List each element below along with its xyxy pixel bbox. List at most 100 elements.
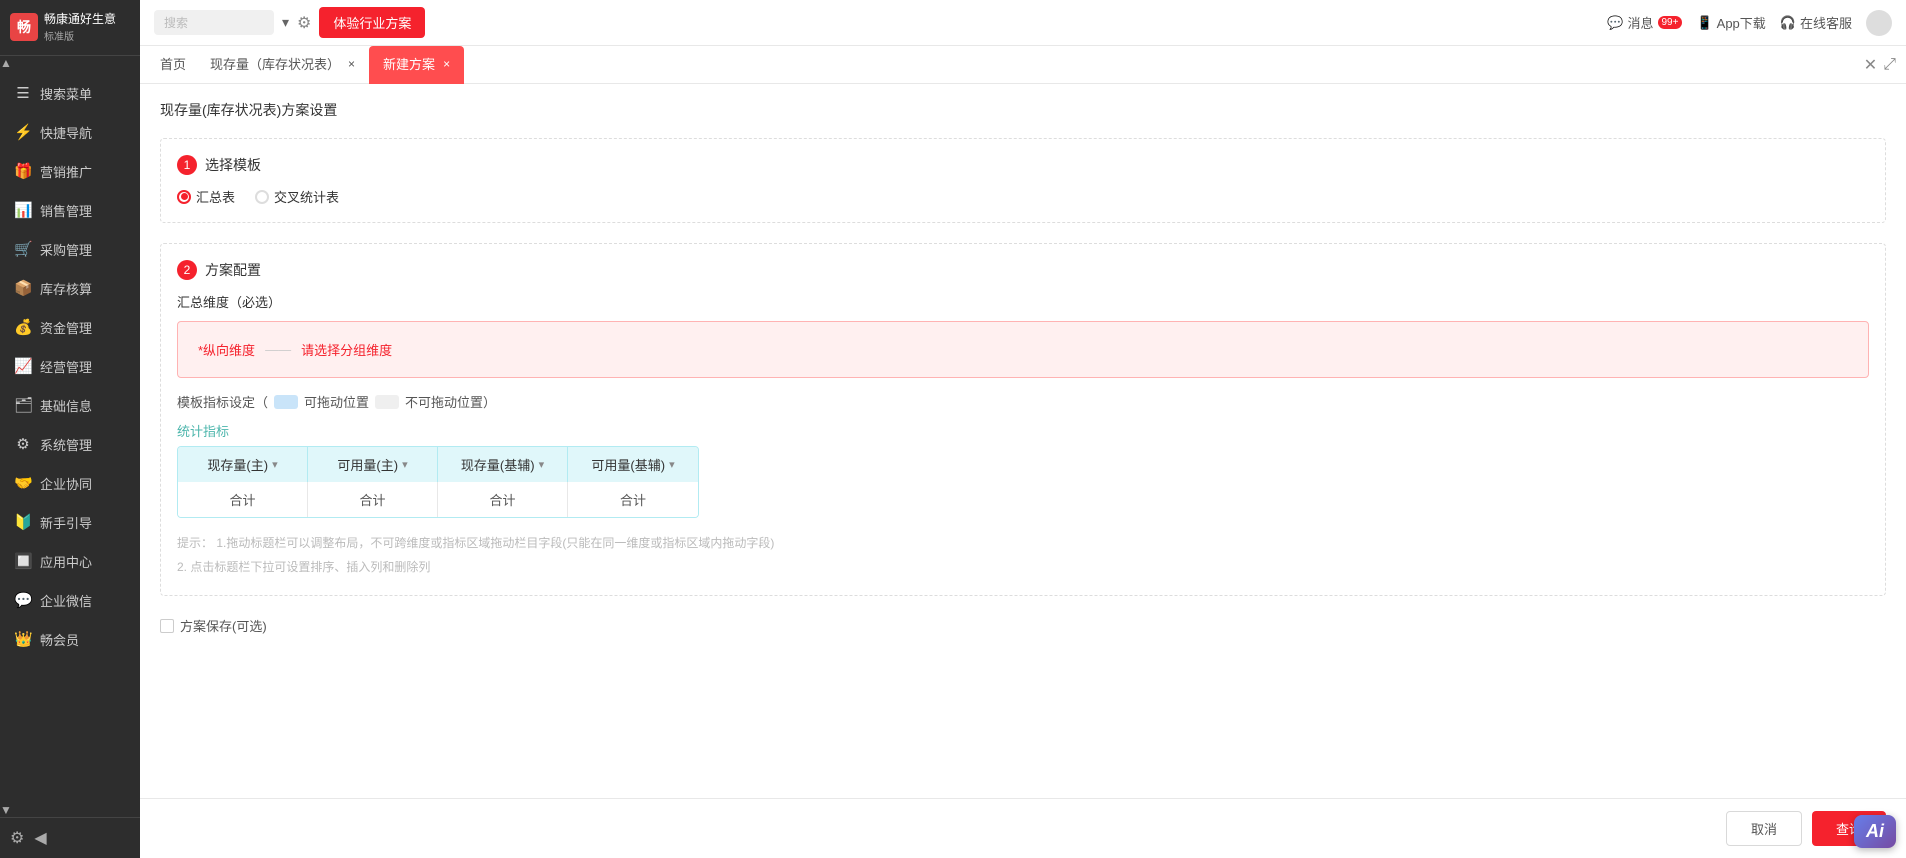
non-draggable-badge bbox=[375, 395, 399, 409]
topbar-dropdown-btn[interactable]: ▾ bbox=[282, 14, 289, 31]
membership-icon: 👑 bbox=[14, 630, 32, 648]
tab-close-btn[interactable]: ✕ bbox=[1864, 55, 1877, 75]
stats-col-3[interactable]: 现存量(基辅) ▾ bbox=[438, 447, 568, 482]
stats-data-1: 合计 bbox=[178, 482, 308, 517]
sidebar-finance-label: 资金管理 bbox=[40, 318, 92, 337]
sidebar-item-finance[interactable]: 💰 资金管理 bbox=[0, 308, 140, 347]
tab-new-scheme-close[interactable]: × bbox=[443, 57, 450, 71]
save-option-label: 方案保存(可选) bbox=[180, 616, 267, 635]
topbar-right: 💬 消息 99+ 📱 App下载 🎧 在线客服 bbox=[1607, 10, 1892, 36]
page-title: 现存量(库存状况表)方案设置 bbox=[160, 100, 1886, 120]
radio-summary-label: 汇总表 bbox=[196, 187, 235, 206]
message-label: 消息 bbox=[1627, 13, 1653, 32]
sidebar-sales-label: 销售管理 bbox=[40, 201, 92, 220]
marketing-icon: 🎁 bbox=[14, 162, 32, 180]
sidebar-search-label: 搜索菜单 bbox=[40, 84, 92, 103]
sidebar-item-system[interactable]: ⚙ 系统管理 bbox=[0, 425, 140, 464]
dimension-box[interactable]: *纵向维度 —— 请选择分组维度 bbox=[177, 321, 1869, 378]
stats-section: 统计指标 现存量(主) ▾ 可用量(主) ▾ 现存量(基辅) bbox=[177, 421, 1869, 521]
radio-cross[interactable]: 交叉统计表 bbox=[255, 187, 339, 206]
tabs-bar: 首页 现存量（库存状况表） × 新建方案 × ✕ ⤢ bbox=[140, 46, 1906, 84]
logo-icon: 畅 bbox=[10, 13, 38, 41]
step1-badge: 1 bbox=[177, 155, 197, 175]
tab-new-scheme[interactable]: 新建方案 × bbox=[369, 46, 464, 84]
tab-expand-btn[interactable]: ⤢ bbox=[1883, 55, 1896, 75]
dimension-required-label: *纵向维度 bbox=[198, 340, 255, 359]
app-name: 畅康通好生意 bbox=[44, 12, 116, 28]
sidebar-item-marketing[interactable]: 🎁 营销推广 bbox=[0, 152, 140, 191]
step1-section: 1 选择模板 汇总表 交叉统计表 bbox=[160, 138, 1886, 223]
sidebar-cooperation-label: 企业协同 bbox=[40, 474, 92, 493]
sidebar-app-center-label: 应用中心 bbox=[40, 552, 92, 571]
inventory-icon: 📦 bbox=[14, 279, 32, 297]
stats-header-row: 现存量(主) ▾ 可用量(主) ▾ 现存量(基辅) ▾ 可用量(基辅) bbox=[178, 447, 698, 482]
sidebar-basic-info-label: 基础信息 bbox=[40, 396, 92, 415]
sidebar-item-newbie[interactable]: 🔰 新手引导 bbox=[0, 503, 140, 542]
col-1-label: 现存量(主) bbox=[207, 455, 268, 474]
settings-footer-btn[interactable]: ⚙ bbox=[10, 828, 24, 848]
wechat-icon: 💬 bbox=[14, 591, 32, 609]
stats-col-4[interactable]: 可用量(基辅) ▾ bbox=[568, 447, 698, 482]
col-2-chevron: ▾ bbox=[402, 458, 408, 471]
online-service-label: 在线客服 bbox=[1800, 13, 1852, 32]
user-avatar[interactable] bbox=[1866, 10, 1892, 36]
step1-title: 选择模板 bbox=[205, 155, 261, 175]
sidebar-item-wechat[interactable]: 💬 企业微信 bbox=[0, 581, 140, 620]
message-btn[interactable]: 💬 消息 99+ bbox=[1607, 13, 1682, 32]
sidebar-wechat-label: 企业微信 bbox=[40, 591, 92, 610]
radio-cross-label: 交叉统计表 bbox=[274, 187, 339, 206]
sidebar-newbie-label: 新手引导 bbox=[40, 513, 92, 532]
sidebar-item-basic-info[interactable]: 🗂 基础信息 bbox=[0, 386, 140, 425]
sidebar-membership-label: 畅会员 bbox=[40, 630, 79, 649]
sidebar-scroll-up[interactable]: ▲ bbox=[0, 56, 140, 70]
indicator-config-label: 模板指标设定（ 可拖动位置 不可拖动位置） bbox=[177, 392, 1869, 411]
stats-title: 统计指标 bbox=[177, 421, 1869, 440]
sidebar: 畅 畅康通好生意 标准版 ▲ ☰ 搜索菜单 ⚡ 快捷导航 🎁 营销推广 📊 销售… bbox=[0, 0, 140, 858]
non-draggable-text: 不可拖动位置） bbox=[405, 392, 496, 411]
sidebar-item-purchase[interactable]: 🛒 采购管理 bbox=[0, 230, 140, 269]
sidebar-shortcut-label: 快捷导航 bbox=[40, 123, 92, 142]
tab-new-scheme-label: 新建方案 bbox=[383, 54, 435, 73]
tab-inventory-status[interactable]: 现存量（库存状况表） × bbox=[196, 46, 369, 84]
dimension-row: *纵向维度 —— 请选择分组维度 bbox=[198, 340, 1848, 359]
sidebar-item-management[interactable]: 📈 经营管理 bbox=[0, 347, 140, 386]
management-icon: 📈 bbox=[14, 357, 32, 375]
sidebar-footer: ⚙ ◀ bbox=[0, 817, 140, 858]
stats-col-2[interactable]: 可用量(主) ▾ bbox=[308, 447, 438, 482]
sidebar-item-cooperation[interactable]: 🤝 企业协同 bbox=[0, 464, 140, 503]
industry-btn[interactable]: 体验行业方案 bbox=[319, 7, 425, 38]
tab-home[interactable]: 首页 bbox=[150, 46, 196, 84]
sidebar-marketing-label: 营销推广 bbox=[40, 162, 92, 181]
save-checkbox[interactable] bbox=[160, 619, 174, 633]
stats-data-row: 合计 合计 合计 合计 bbox=[178, 482, 698, 517]
col-4-chevron: ▾ bbox=[669, 458, 675, 471]
sidebar-scroll-down[interactable]: ▼ bbox=[0, 803, 140, 817]
tab-inventory-close[interactable]: × bbox=[348, 57, 355, 71]
tip-2: 2. 点击标题栏下拉可设置排序、插入列和删除列 bbox=[177, 555, 1869, 579]
sidebar-item-membership[interactable]: 👑 畅会员 bbox=[0, 620, 140, 659]
sidebar-item-inventory[interactable]: 📦 库存核算 bbox=[0, 269, 140, 308]
tip-1: 提示： 1.拖动标题栏可以调整布局，不可跨维度或指标区域拖动栏目字段(只能在同一… bbox=[177, 531, 1869, 555]
col-1-chevron: ▾ bbox=[272, 458, 278, 471]
app-logo: 畅 畅康通好生意 标准版 bbox=[0, 0, 140, 56]
main-area: 搜索 ▾ ⚙ 体验行业方案 💬 消息 99+ 📱 App下载 🎧 在线客服 bbox=[140, 0, 1906, 858]
stats-data-4: 合计 bbox=[568, 482, 698, 517]
topbar-search[interactable]: 搜索 bbox=[154, 10, 274, 35]
sidebar-item-app-center[interactable]: 🔲 应用中心 bbox=[0, 542, 140, 581]
radio-summary-dot bbox=[177, 190, 191, 204]
radio-cross-dot bbox=[255, 190, 269, 204]
sidebar-item-search[interactable]: ☰ 搜索菜单 bbox=[0, 74, 140, 113]
sidebar-item-shortcut[interactable]: ⚡ 快捷导航 bbox=[0, 113, 140, 152]
radio-summary[interactable]: 汇总表 bbox=[177, 187, 235, 206]
cancel-button[interactable]: 取消 bbox=[1726, 811, 1802, 846]
stats-col-1[interactable]: 现存量(主) ▾ bbox=[178, 447, 308, 482]
topbar: 搜索 ▾ ⚙ 体验行业方案 💬 消息 99+ 📱 App下载 🎧 在线客服 bbox=[140, 0, 1906, 46]
ai-button[interactable]: Ai bbox=[1854, 815, 1896, 848]
collapse-footer-btn[interactable]: ◀ bbox=[34, 828, 46, 848]
finance-icon: 💰 bbox=[14, 318, 32, 336]
topbar-gear-btn[interactable]: ⚙ bbox=[297, 13, 311, 33]
online-service-btn[interactable]: 🎧 在线客服 bbox=[1780, 13, 1852, 32]
sidebar-item-sales[interactable]: 📊 销售管理 bbox=[0, 191, 140, 230]
save-option: 方案保存(可选) bbox=[160, 616, 1886, 635]
app-download-btn[interactable]: 📱 App下载 bbox=[1696, 13, 1765, 32]
